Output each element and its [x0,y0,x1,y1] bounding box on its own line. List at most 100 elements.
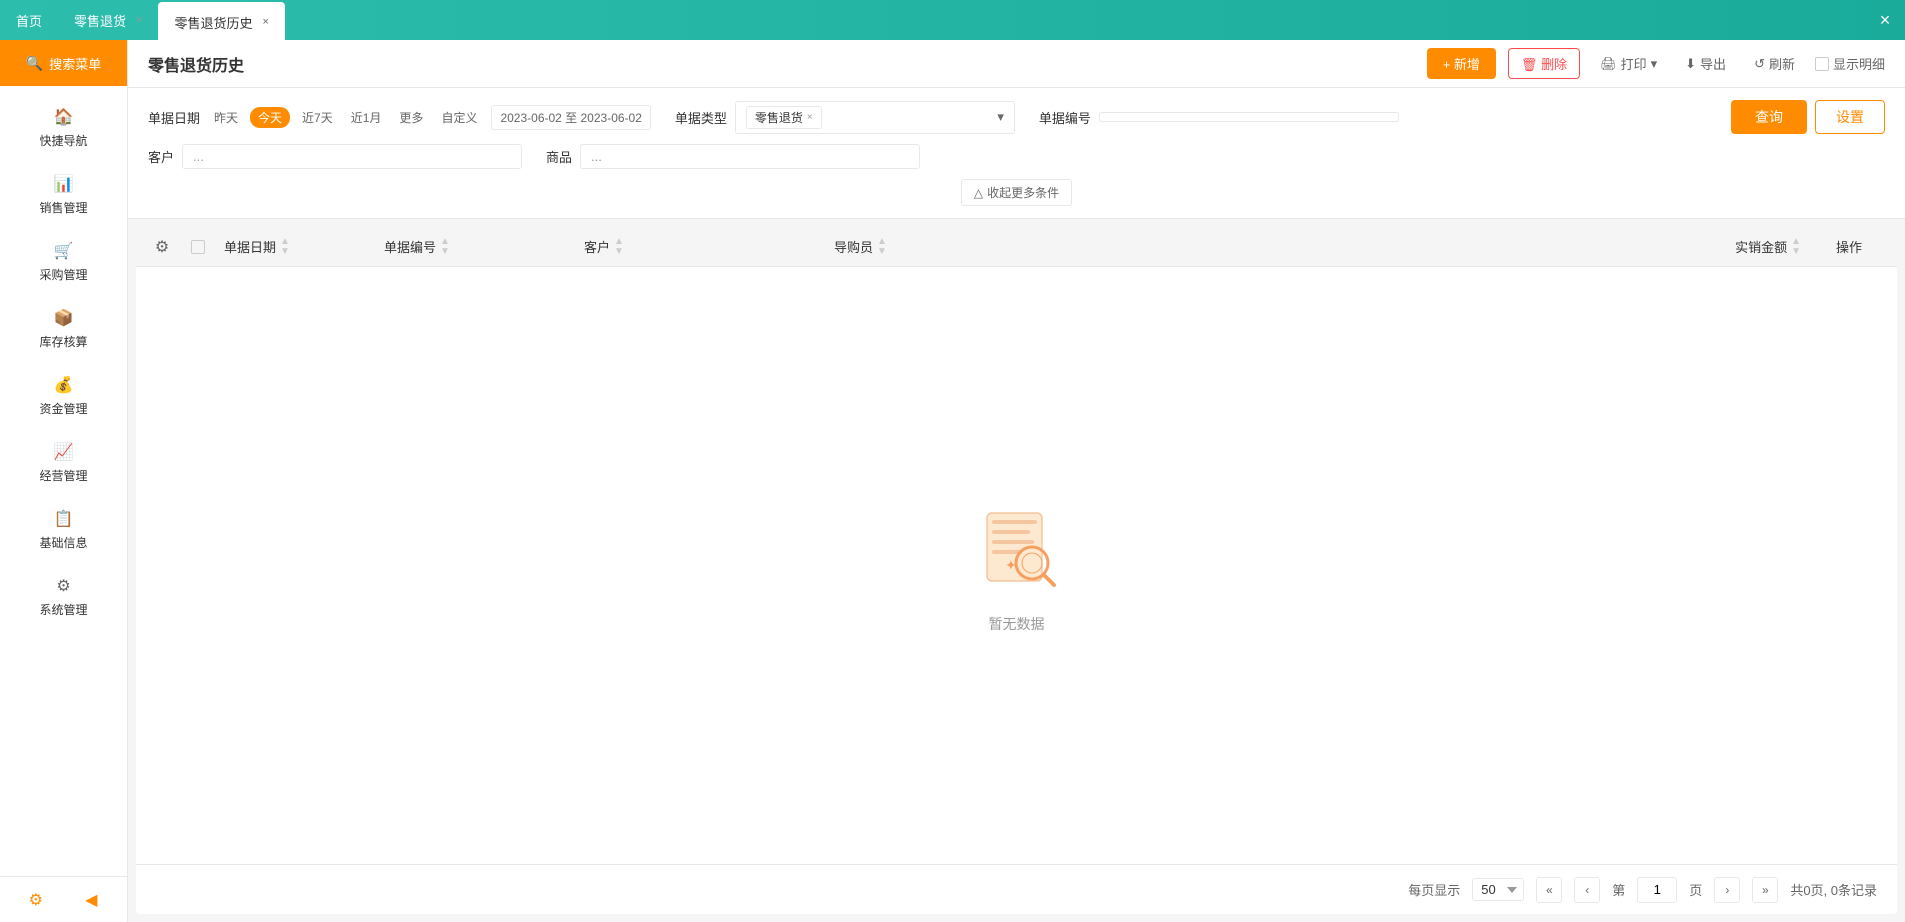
voucher-type-selected: 零售退货 × [746,106,991,129]
voucher-type-tag-label: 零售退货 [755,109,803,126]
sidebar-search-button[interactable]: 🔍 搜索菜单 [0,40,127,86]
date-shortcut-more[interactable]: 更多 [393,107,429,128]
tab-home[interactable]: 首页 [0,0,58,40]
sidebar-item-finance[interactable]: 💰 资金管理 [0,362,127,429]
page-header: 零售退货历史 + 新增 🗑 删除 🖨 打印 ▾ ⬇ 导出 ↺ [128,40,1905,88]
date-filter-label: 单据日期 [148,108,200,127]
sidebar-settings-icon[interactable]: ⚙ [20,884,52,916]
sidebar-item-system-mgmt[interactable]: ⚙ 系统管理 [0,563,127,630]
select-all-checkbox[interactable] [191,240,205,254]
col-customer-sort[interactable]: ▲▼ [614,237,624,257]
page-number-input[interactable] [1637,877,1677,903]
date-shortcut-today[interactable]: 今天 [250,107,290,128]
col-amount-sort[interactable]: ▲▼ [1791,237,1801,257]
date-shortcut-custom[interactable]: 自定义 [435,107,483,128]
settings-button[interactable]: 设置 [1815,100,1885,134]
customer-placeholder: ... [193,149,204,164]
sidebar-collapse-icon[interactable]: ◀ [75,884,107,916]
goods-input[interactable]: ... [580,144,920,169]
refresh-button[interactable]: ↺ 刷新 [1746,50,1803,77]
refresh-icon: ↺ [1754,56,1765,72]
col-date-sort[interactable]: ▲▼ [280,237,290,257]
date-shortcut-7days[interactable]: 近7天 [296,107,339,128]
export-button[interactable]: ⬇ 导出 [1677,50,1734,77]
page-title: 零售退货历史 [148,52,1427,76]
sidebar-search-label: 搜索菜单 [49,54,101,73]
collapse-label: 收起更多条件 [987,184,1059,201]
page-prev-button[interactable]: ‹ [1574,877,1600,903]
filter-row-2: 客户 ... 商品 ... [148,144,1885,169]
collapse-button[interactable]: △ 收起更多条件 [961,179,1072,206]
collapse-row: △ 收起更多条件 [148,179,1885,206]
customer-input[interactable]: ... [182,144,522,169]
col-guide-sort[interactable]: ▲▼ [877,237,887,257]
sidebar-item-quick-nav[interactable]: 🏠 快捷导航 [0,94,127,161]
empty-state-illustration: ✦ [967,498,1067,598]
col-amount[interactable]: 实销金额 ▲▼ [1006,237,1809,257]
col-guide-label: 导购员 [834,237,873,256]
page-last-button[interactable]: » [1752,877,1778,903]
tab-retail-return-history-label: 零售退货历史 [174,13,252,32]
sidebar-item-purchase-mgmt[interactable]: 🛒 采购管理 [0,228,127,295]
voucher-type-tag-close[interactable]: × [807,112,813,123]
print-button[interactable]: 🖨 打印 ▾ [1592,50,1665,77]
col-no-label: 单据编号 [384,237,436,256]
date-range-input[interactable]: 2023-06-02 至 2023-06-02 [491,105,650,130]
sidebar-item-operations[interactable]: 📈 经营管理 [0,429,127,496]
col-no-sort[interactable]: ▲▼ [440,237,450,257]
table-settings-icon[interactable]: ⚙ [144,237,180,257]
goods-placeholder: ... [591,149,602,164]
delete-button[interactable]: 🗑 删除 [1508,48,1580,79]
empty-state: ✦ 暂无数据 [136,267,1897,864]
col-action: 操作 [1809,237,1889,256]
page-size-label: 每页显示 [1408,880,1460,899]
table-header: ⚙ 单据日期 ▲▼ 单据编号 ▲▼ 客户 ▲▼ 导购员 [136,227,1897,267]
col-date-label: 单据日期 [224,237,276,256]
sales-mgmt-icon: 📊 [53,173,75,195]
col-guide[interactable]: 导购员 ▲▼ [826,237,1006,257]
empty-text: 暂无数据 [989,614,1045,634]
customer-filter: 客户 ... [148,144,522,169]
content-area: 零售退货历史 + 新增 🗑 删除 🖨 打印 ▾ ⬇ 导出 ↺ [128,40,1905,922]
query-button[interactable]: 查询 [1731,100,1807,134]
customer-label: 客户 [148,147,174,166]
main-layout: 🔍 搜索菜单 🏠 快捷导航 📊 销售管理 🛒 采购管理 📦 库存核算 💰 [0,40,1905,922]
sidebar-item-inventory[interactable]: 📦 库存核算 [0,295,127,362]
show-detail-checkbox[interactable]: 显示明细 [1815,54,1885,73]
page-next-button[interactable]: › [1714,877,1740,903]
date-shortcut-1month[interactable]: 近1月 [345,107,388,128]
show-detail-checkbox-box[interactable] [1815,57,1829,71]
voucher-type-select[interactable]: 零售退货 × ▾ [735,101,1015,134]
add-button[interactable]: + 新增 [1427,48,1496,79]
sidebar-item-basic-info[interactable]: 📋 基础信息 [0,496,127,563]
page-word: 第 [1612,880,1625,899]
toolbar: + 新增 🗑 删除 🖨 打印 ▾ ⬇ 导出 ↺ 刷新 [1427,48,1885,79]
window-close-button[interactable]: × [1865,0,1905,40]
print-label: 打印 [1621,54,1647,73]
sidebar-item-sales-mgmt-label: 销售管理 [39,199,87,216]
tab-retail-return-history-close[interactable]: × [262,16,268,28]
col-no[interactable]: 单据编号 ▲▼ [376,237,576,257]
col-date[interactable]: 单据日期 ▲▼ [216,237,376,257]
page-size-select[interactable]: 10 20 50 100 [1472,878,1524,901]
voucher-type-filter: 单据类型 零售退货 × ▾ [675,101,1015,134]
tab-home-label: 首页 [16,11,42,30]
voucher-type-label: 单据类型 [675,108,727,127]
tab-retail-return[interactable]: 零售退货 × [58,0,158,40]
filter-area: 单据日期 昨天 今天 近7天 近1月 更多 自定义 2023-06-02 至 2… [128,88,1905,219]
voucher-no-filter: 单据编号 [1039,108,1399,127]
voucher-no-input[interactable] [1099,112,1399,122]
page-first-button[interactable]: « [1536,877,1562,903]
top-bar: 首页 零售退货 × 零售退货历史 × × [0,0,1905,40]
sidebar-menu: 🏠 快捷导航 📊 销售管理 🛒 采购管理 📦 库存核算 💰 资金管理 📈 [0,86,127,876]
sidebar: 🔍 搜索菜单 🏠 快捷导航 📊 销售管理 🛒 采购管理 📦 库存核算 💰 [0,40,128,922]
table-select-all[interactable] [180,240,216,254]
tab-retail-return-close[interactable]: × [136,14,142,26]
export-icon: ⬇ [1685,56,1696,72]
tab-retail-return-history[interactable]: 零售退货历史 × [158,2,284,42]
sidebar-item-system-mgmt-label: 系统管理 [39,601,87,618]
sidebar-item-sales-mgmt[interactable]: 📊 销售管理 [0,161,127,228]
page-unit: 页 [1689,880,1702,899]
col-customer[interactable]: 客户 ▲▼ [576,237,826,257]
date-shortcut-yesterday[interactable]: 昨天 [208,107,244,128]
